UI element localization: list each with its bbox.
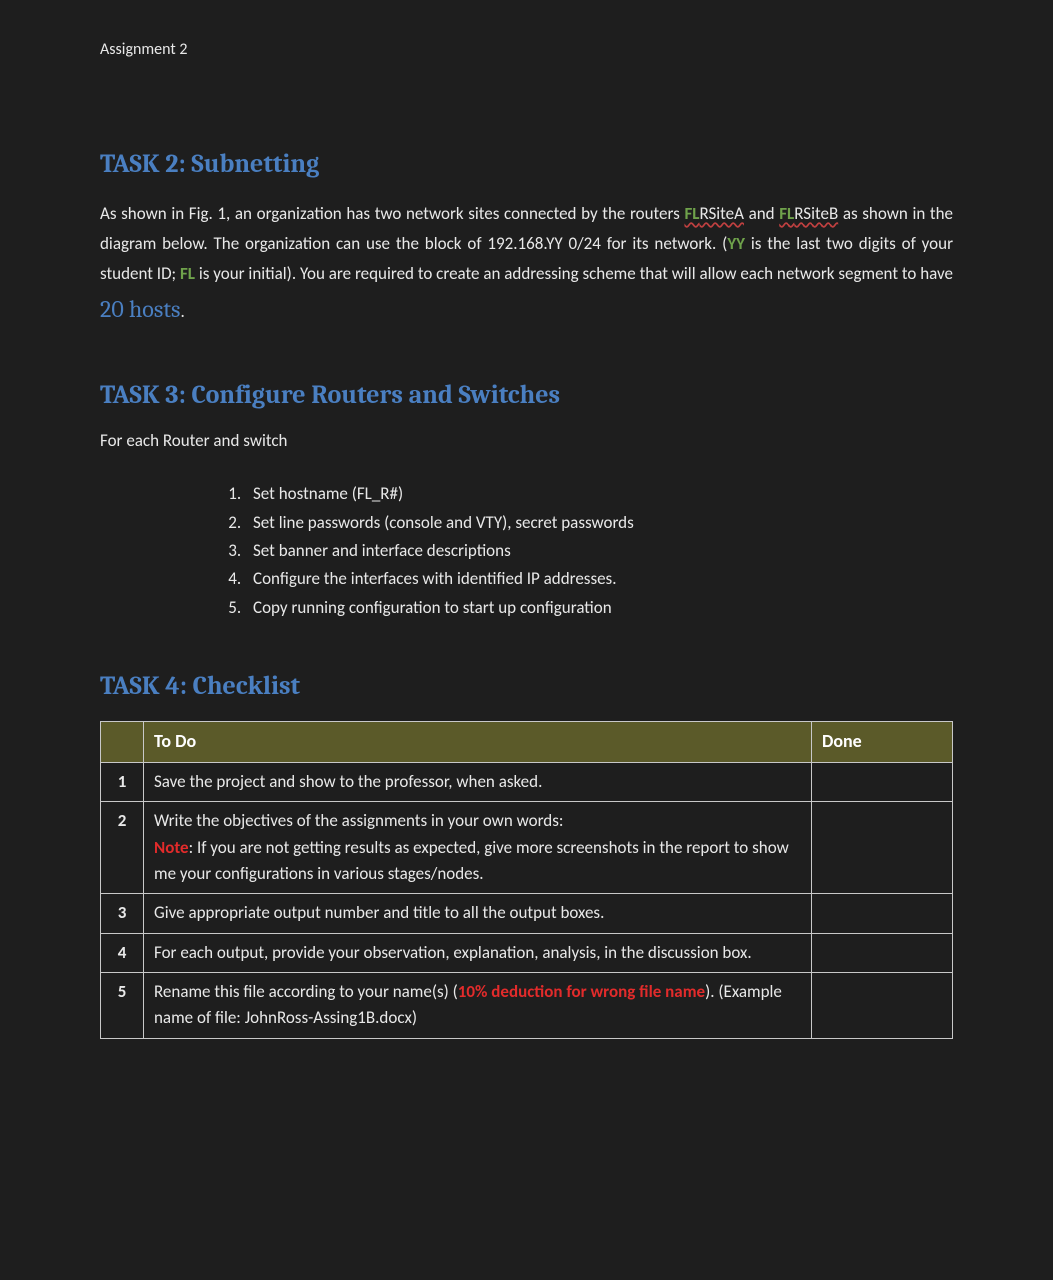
site-a-rest: RSiteA bbox=[699, 203, 744, 224]
row-todo-text: Give appropriate output number and title… bbox=[154, 902, 604, 923]
row-todo-text: Write the objectives of the assignments … bbox=[154, 810, 563, 831]
task2-text-lead: As shown in Fig. 1, an organization has … bbox=[100, 203, 684, 224]
table-row: 4 For each output, provide your observati… bbox=[101, 933, 953, 972]
row-done bbox=[812, 802, 953, 894]
row-todo: Rename this file according to your name(… bbox=[144, 972, 812, 1038]
row-done bbox=[812, 972, 953, 1038]
row-note: Note bbox=[154, 837, 189, 858]
task2-text-end: . bbox=[180, 301, 184, 322]
checklist-table: To Do Done 1 Save the project and show to… bbox=[100, 721, 953, 1039]
task2-text-and: and bbox=[744, 203, 779, 224]
document-page: Assignment 2 TASK 2: Subnetting As shown… bbox=[0, 0, 1053, 1239]
task3-steps-list: Set hostname (FL_R#) Set line passwords … bbox=[100, 481, 953, 621]
row-todo: Save the project and show to the profess… bbox=[144, 762, 812, 801]
page-header: Assignment 2 bbox=[100, 40, 953, 59]
site-b-label: FLRSiteB bbox=[779, 203, 838, 224]
task3-step: Set hostname (FL_R#) bbox=[245, 481, 953, 507]
task3-step: Set line passwords (console and VTY), se… bbox=[245, 510, 953, 536]
row-number: 1 bbox=[101, 762, 144, 801]
row-todo-text: Save the project and show to the profess… bbox=[154, 771, 542, 792]
table-row: 1 Save the project and show to the profes… bbox=[101, 762, 953, 801]
row-todo-text: For each output, provide your observatio… bbox=[154, 942, 752, 963]
task2-heading: TASK 2: Subnetting bbox=[100, 149, 953, 179]
task4-heading: TASK 4: Checklist bbox=[100, 671, 953, 701]
row-number: 3 bbox=[101, 894, 144, 933]
row-note: 10% deduction for wrong file name bbox=[458, 981, 705, 1002]
row-todo-text: Rename this file according to your name(… bbox=[154, 981, 458, 1002]
row-number: 2 bbox=[101, 802, 144, 894]
task2-paragraph: As shown in Fig. 1, an organization has … bbox=[100, 199, 953, 330]
row-number: 5 bbox=[101, 972, 144, 1038]
row-todo: Give appropriate output number and title… bbox=[144, 894, 812, 933]
row-number: 4 bbox=[101, 933, 144, 972]
row-todo-text-post: : If you are not getting results as expe… bbox=[154, 837, 789, 884]
fl-placeholder: FL bbox=[180, 263, 195, 284]
task3-step: Copy running configuration to start up c… bbox=[245, 595, 953, 621]
table-header-row: To Do Done bbox=[101, 721, 953, 762]
col-todo: To Do bbox=[144, 721, 812, 762]
task3-intro: For each Router and switch bbox=[100, 430, 953, 451]
row-done bbox=[812, 933, 953, 972]
site-a-label: FLRSiteA bbox=[684, 203, 744, 224]
row-todo: For each output, provide your observatio… bbox=[144, 933, 812, 972]
yy-placeholder: YY bbox=[727, 233, 745, 254]
row-done bbox=[812, 894, 953, 933]
task3-step: Configure the interfaces with identified… bbox=[245, 566, 953, 592]
row-done bbox=[812, 762, 953, 801]
col-done: Done bbox=[812, 721, 953, 762]
site-b-prefix: FL bbox=[779, 203, 794, 224]
site-a-prefix: FL bbox=[684, 203, 699, 224]
table-row: 2 Write the objectives of the assignments… bbox=[101, 802, 953, 894]
task3-step: Set banner and interface descriptions bbox=[245, 538, 953, 564]
col-num bbox=[101, 721, 144, 762]
table-row: 3 Give appropriate output number and titl… bbox=[101, 894, 953, 933]
site-b-rest: RSiteB bbox=[794, 203, 838, 224]
hosts-count: 20 hosts bbox=[100, 295, 180, 323]
task3-heading: TASK 3: Configure Routers and Switches bbox=[100, 380, 953, 410]
task2-text-mid3: is your initial). You are required to cr… bbox=[195, 263, 953, 284]
row-todo: Write the objectives of the assignments … bbox=[144, 802, 812, 894]
table-row: 5 Rename this file according to your name… bbox=[101, 972, 953, 1038]
